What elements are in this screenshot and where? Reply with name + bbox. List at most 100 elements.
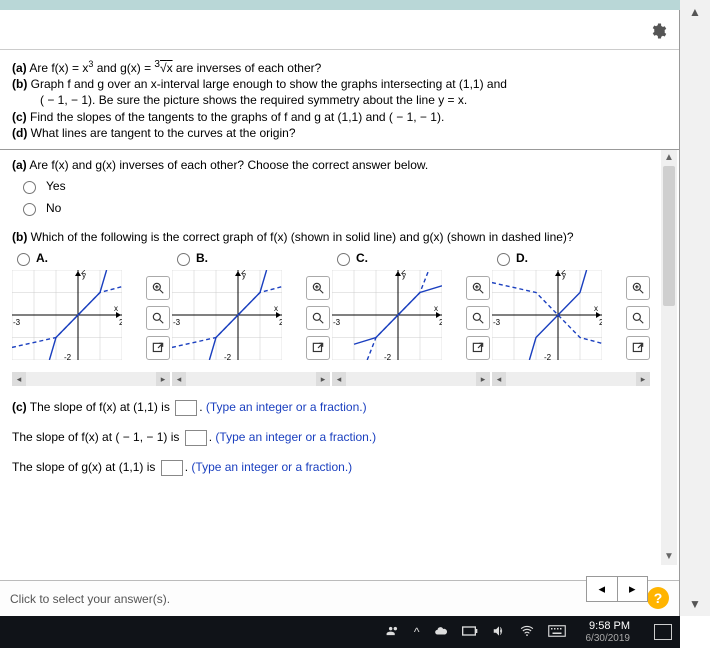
header-row: [0, 10, 679, 50]
radio-graph-d[interactable]: [497, 253, 510, 266]
part-a-text2: and g(x) =: [93, 61, 154, 75]
hscroll-right[interactable]: ▸: [476, 372, 490, 386]
browser-scrollbar[interactable]: ▲ ▼: [680, 0, 710, 616]
problem-statement: (a) Are f(x) = x3 and g(x) = 3√x are inv…: [0, 50, 679, 150]
qa-c-label: (c): [12, 400, 27, 414]
svg-text:-2: -2: [64, 353, 72, 360]
radio-graph-a[interactable]: [17, 253, 30, 266]
chevron-up-icon[interactable]: ^: [414, 625, 420, 639]
hscroll-left[interactable]: ◂: [12, 372, 26, 386]
svg-text:-2: -2: [544, 353, 552, 360]
popout-icon[interactable]: [466, 336, 490, 360]
windows-taskbar: ^ 9:58 PM 6/30/2019: [0, 616, 680, 648]
svg-text:-2: -2: [224, 353, 232, 360]
part-a-text3: are inverses of each other?: [173, 61, 322, 75]
zoom-in-icon[interactable]: [146, 276, 170, 300]
zoom-in-icon[interactable]: [466, 276, 490, 300]
radio-no[interactable]: [23, 203, 36, 216]
label-no: No: [46, 201, 61, 215]
svg-text:2: 2: [279, 318, 282, 327]
part-b-line1: Graph f and g over an x-interval large e…: [31, 77, 507, 91]
vertical-scrollbar[interactable]: ▲ ▼: [661, 150, 677, 565]
graph-hscroll[interactable]: ◂ ▸: [492, 372, 650, 386]
slope1-pre: The slope of f(x) at (1,1) is: [30, 400, 173, 414]
scroll-thumb[interactable]: [663, 166, 675, 306]
svg-text:y: y: [562, 271, 566, 280]
zoom-icon[interactable]: [626, 306, 650, 330]
scroll-up-arrow[interactable]: ▲: [661, 150, 677, 166]
help-button[interactable]: ?: [647, 587, 669, 609]
slope2-input[interactable]: [185, 430, 207, 446]
part-c-text: Find the slopes of the tangents to the g…: [30, 110, 444, 124]
svg-text:2: 2: [439, 318, 442, 327]
zoom-icon[interactable]: [466, 306, 490, 330]
hscroll-left[interactable]: ◂: [172, 372, 186, 386]
notifications-icon[interactable]: [654, 624, 672, 640]
browser-scroll-up[interactable]: ▲: [680, 0, 710, 24]
clock[interactable]: 9:58 PM 6/30/2019: [580, 620, 631, 643]
svg-text:x: x: [274, 304, 278, 313]
svg-text:-3: -3: [493, 318, 501, 327]
part-b-line2: ( − 1, − 1). Be sure the picture shows t…: [12, 92, 667, 108]
slope3-pre: The slope of g(x) at (1,1) is: [12, 460, 159, 474]
graph-option-label: B.: [196, 251, 208, 265]
zoom-in-icon[interactable]: [626, 276, 650, 300]
svg-text:2: 2: [599, 318, 602, 327]
svg-text:y: y: [82, 271, 86, 280]
slope3-hint: (Type an integer or a fraction.): [191, 460, 352, 474]
label-yes: Yes: [46, 179, 66, 193]
battery-icon[interactable]: [462, 625, 478, 639]
graph-option-b: B. 2-32-2yx ◂ ▸: [172, 250, 330, 386]
svg-text:-3: -3: [13, 318, 21, 327]
slope2-hint: (Type an integer or a fraction.): [215, 430, 376, 444]
sound-icon[interactable]: [492, 624, 506, 641]
svg-text:y: y: [242, 271, 246, 280]
svg-text:x: x: [594, 304, 598, 313]
slope1-hint: (Type an integer or a fraction.): [206, 400, 367, 414]
nav-prev[interactable]: ◂: [587, 577, 618, 601]
radio-yes[interactable]: [23, 181, 36, 194]
svg-text:y: y: [402, 271, 406, 280]
graph-hscroll[interactable]: ◂ ▸: [332, 372, 490, 386]
cloud-icon[interactable]: [434, 624, 448, 641]
popout-icon[interactable]: [146, 336, 170, 360]
graph-hscroll[interactable]: ◂ ▸: [172, 372, 330, 386]
hscroll-right[interactable]: ▸: [156, 372, 170, 386]
slope1-input[interactable]: [175, 400, 197, 416]
nav-next[interactable]: ▸: [618, 577, 648, 601]
hscroll-left[interactable]: ◂: [332, 372, 346, 386]
svg-text:x: x: [114, 304, 118, 313]
graph-option-d: D. 2-32-2yx ◂ ▸: [492, 250, 650, 386]
zoom-icon[interactable]: [146, 306, 170, 330]
people-icon[interactable]: [386, 624, 400, 641]
svg-text:x: x: [434, 304, 438, 313]
popout-icon[interactable]: [306, 336, 330, 360]
wifi-icon[interactable]: [520, 624, 534, 641]
radio-graph-b[interactable]: [177, 253, 190, 266]
browser-scroll-down[interactable]: ▼: [680, 592, 710, 616]
graph-hscroll[interactable]: ◂ ▸: [12, 372, 170, 386]
hscroll-left[interactable]: ◂: [492, 372, 506, 386]
qa-b-label: (b): [12, 230, 27, 244]
gear-icon[interactable]: [649, 22, 667, 40]
top-toolbar: [0, 0, 680, 10]
hscroll-right[interactable]: ▸: [316, 372, 330, 386]
zoom-in-icon[interactable]: [306, 276, 330, 300]
qa-a-question: Are f(x) and g(x) inverses of each other…: [29, 158, 428, 172]
zoom-icon[interactable]: [306, 306, 330, 330]
radio-graph-c[interactable]: [337, 253, 350, 266]
slope3-input[interactable]: [161, 460, 183, 476]
part-c-label: (c): [12, 110, 27, 124]
clock-date: 6/30/2019: [586, 633, 631, 644]
hscroll-right[interactable]: ▸: [636, 372, 650, 386]
svg-text:2: 2: [119, 318, 122, 327]
answer-region: (a) Are f(x) and g(x) inverses of each o…: [0, 150, 679, 565]
scroll-down-arrow[interactable]: ▼: [661, 549, 677, 565]
graph-option-label: A.: [36, 251, 48, 265]
popout-icon[interactable]: [626, 336, 650, 360]
page-nav: ◂ ▸: [586, 576, 648, 602]
footer: Click to select your answer(s). ?: [0, 580, 679, 616]
keyboard-icon[interactable]: [548, 625, 566, 640]
part-b-label: (b): [12, 77, 27, 91]
content-pane: (a) Are f(x) = x3 and g(x) = 3√x are inv…: [0, 10, 680, 616]
